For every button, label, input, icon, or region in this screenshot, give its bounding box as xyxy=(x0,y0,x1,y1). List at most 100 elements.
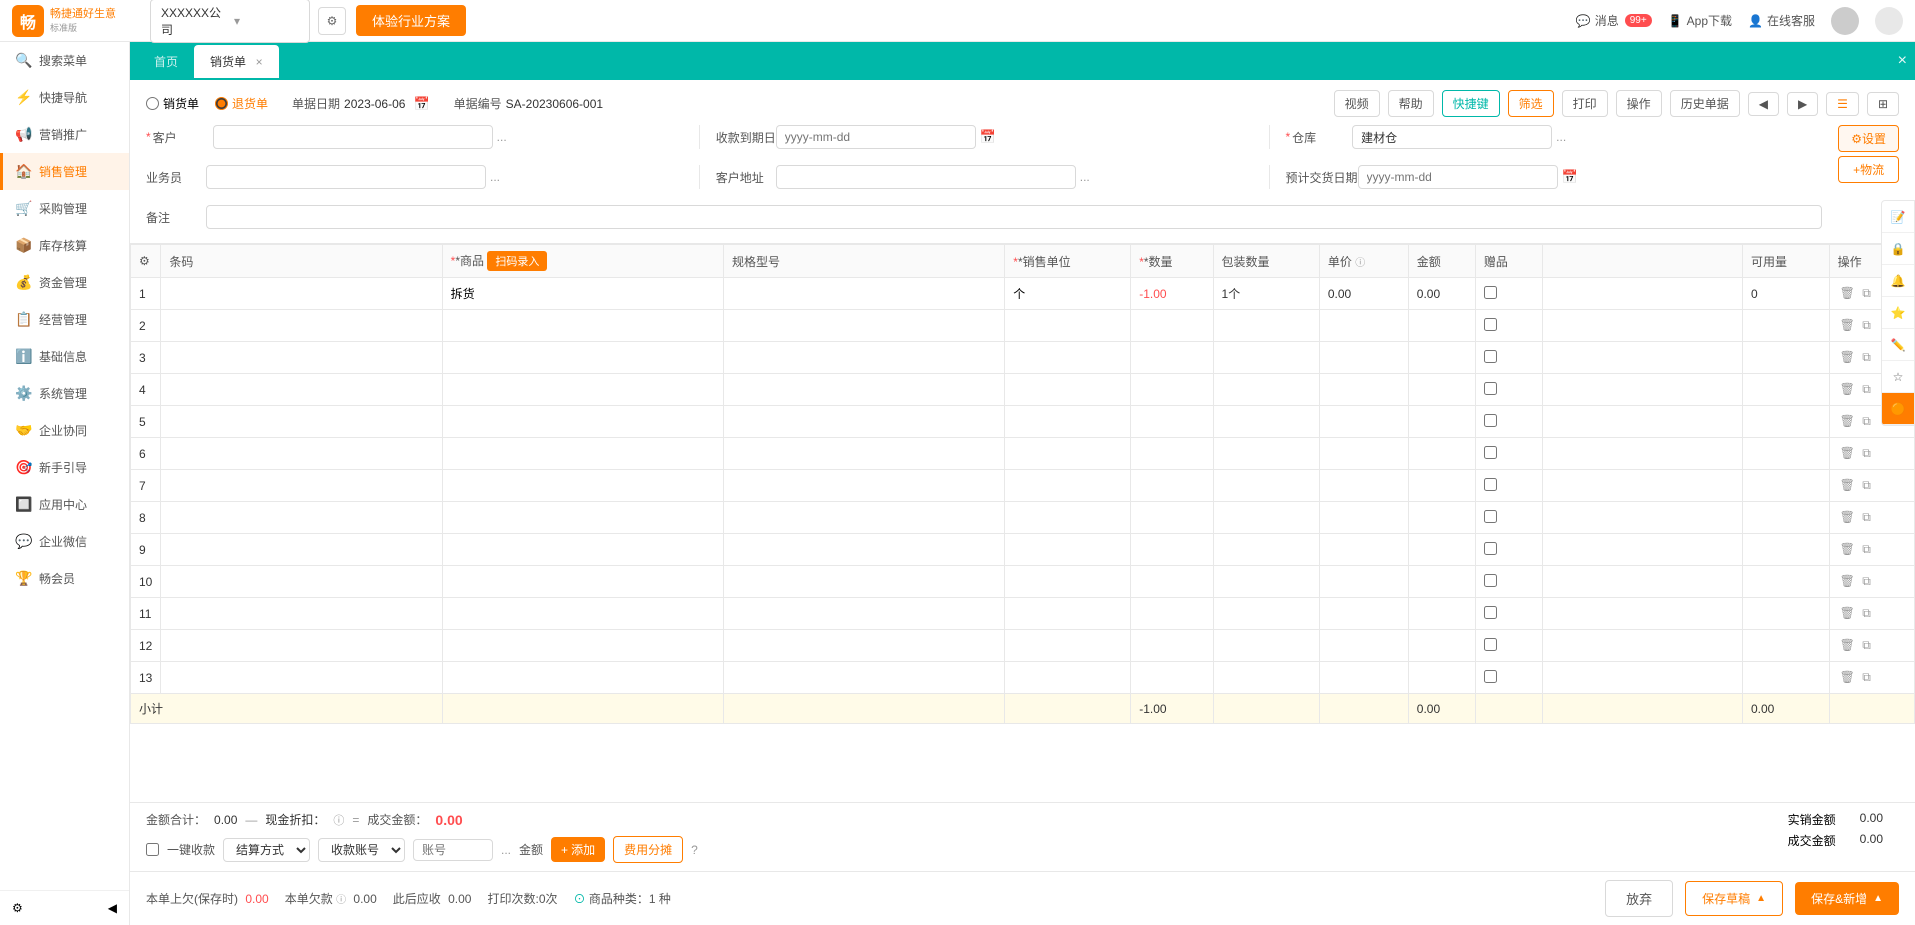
product-input[interactable] xyxy=(451,351,715,365)
cell-spec[interactable] xyxy=(723,662,1004,694)
filter-button[interactable]: 筛选 xyxy=(1508,90,1554,117)
cell-spec[interactable] xyxy=(723,470,1004,502)
floater-orange-icon[interactable]: 🟠 xyxy=(1882,393,1914,425)
barcode-input[interactable] xyxy=(169,639,433,653)
copy-row-icon[interactable]: ⧉ xyxy=(1860,668,1873,687)
cell-qty[interactable] xyxy=(1131,598,1213,630)
barcode-input[interactable] xyxy=(169,447,433,461)
help-button[interactable]: 帮助 xyxy=(1388,90,1434,117)
sidebar-item-purchase[interactable]: 🛒 采购管理 xyxy=(0,190,129,227)
spec-input[interactable] xyxy=(732,319,996,333)
cell-product[interactable] xyxy=(442,374,723,406)
cell-gift[interactable] xyxy=(1475,406,1542,438)
avatar2[interactable] xyxy=(1875,7,1903,35)
warehouse-input[interactable] xyxy=(1352,125,1552,149)
cell-pkg-qty[interactable] xyxy=(1213,438,1319,470)
gift-checkbox[interactable] xyxy=(1484,478,1497,491)
cell-qty[interactable] xyxy=(1131,310,1213,342)
list-view-icon[interactable]: ☰ xyxy=(1826,92,1859,116)
discard-button[interactable]: 放弃 xyxy=(1605,880,1673,917)
payment-date-input[interactable] xyxy=(776,125,976,149)
gift-checkbox[interactable] xyxy=(1484,670,1497,683)
cell-unit[interactable] xyxy=(1005,406,1131,438)
cell-qty[interactable] xyxy=(1131,630,1213,662)
company-selector[interactable]: XXXXXX公司 ▾ xyxy=(150,0,310,43)
spec-input[interactable] xyxy=(732,351,996,365)
spec-input[interactable] xyxy=(732,415,996,429)
spec-input[interactable] xyxy=(732,479,996,493)
cell-unit-price[interactable] xyxy=(1319,438,1408,470)
delete-row-icon[interactable]: 🗑 xyxy=(1838,668,1857,686)
barcode-input[interactable] xyxy=(169,543,433,557)
cell-barcode[interactable] xyxy=(161,406,442,438)
floater-star-icon[interactable]: ⭐ xyxy=(1882,297,1914,329)
cell-unit-price[interactable] xyxy=(1319,502,1408,534)
product-input[interactable] xyxy=(451,543,715,557)
cell-product[interactable] xyxy=(442,278,723,310)
cell-product[interactable] xyxy=(442,598,723,630)
product-input[interactable] xyxy=(451,383,715,397)
cell-unit-price[interactable] xyxy=(1319,598,1408,630)
cell-qty[interactable] xyxy=(1131,438,1213,470)
cell-barcode[interactable] xyxy=(161,566,442,598)
cell-pkg-qty[interactable] xyxy=(1213,470,1319,502)
cell-product[interactable] xyxy=(442,342,723,374)
product-input[interactable] xyxy=(451,639,715,653)
expected-date-input[interactable] xyxy=(1358,165,1558,189)
pay-account-more-icon[interactable]: ... xyxy=(501,843,511,857)
cell-spec[interactable] xyxy=(723,406,1004,438)
barcode-input[interactable] xyxy=(169,351,433,365)
cell-barcode[interactable] xyxy=(161,374,442,406)
cell-qty[interactable] xyxy=(1131,534,1213,566)
product-input[interactable] xyxy=(451,286,715,300)
delete-row-icon[interactable]: 🗑 xyxy=(1838,508,1857,526)
cell-gift[interactable] xyxy=(1475,598,1542,630)
delete-row-icon[interactable]: 🗑 xyxy=(1838,572,1857,590)
cell-unit[interactable] xyxy=(1005,662,1131,694)
salesperson-input[interactable] xyxy=(206,165,486,189)
unit-input[interactable] xyxy=(1013,351,1073,365)
cell-unit[interactable] xyxy=(1005,630,1131,662)
cell-pkg-qty[interactable] xyxy=(1213,566,1319,598)
customer-input[interactable] xyxy=(213,125,493,149)
copy-row-icon[interactable]: ⧉ xyxy=(1860,604,1873,623)
copy-row-icon[interactable]: ⧉ xyxy=(1860,636,1873,655)
cell-product[interactable] xyxy=(442,310,723,342)
copy-row-icon[interactable]: ⧉ xyxy=(1860,348,1873,367)
cell-unit-price[interactable] xyxy=(1319,566,1408,598)
pay-account-select[interactable]: 收款账号 xyxy=(318,838,405,862)
copy-row-icon[interactable]: ⧉ xyxy=(1860,572,1873,591)
sidebar-item-member[interactable]: 🏆 畅会员 xyxy=(0,560,129,597)
product-input[interactable] xyxy=(451,607,715,621)
cell-amount[interactable] xyxy=(1408,438,1475,470)
cell-pkg-qty[interactable] xyxy=(1213,662,1319,694)
cell-gift[interactable] xyxy=(1475,310,1542,342)
cell-product[interactable] xyxy=(442,470,723,502)
gift-checkbox[interactable] xyxy=(1484,638,1497,651)
gear-button[interactable]: ⚙ xyxy=(318,7,346,35)
cell-unit[interactable] xyxy=(1005,278,1131,310)
copy-row-icon[interactable]: ⧉ xyxy=(1860,316,1873,335)
cell-amount[interactable] xyxy=(1408,566,1475,598)
spec-input[interactable] xyxy=(732,511,996,525)
spec-input[interactable] xyxy=(732,607,996,621)
sidebar-item-collab[interactable]: 🤝 企业协同 xyxy=(0,412,129,449)
floater-edit-icon[interactable]: ✏️ xyxy=(1882,329,1914,361)
cell-unit[interactable] xyxy=(1005,502,1131,534)
copy-row-icon[interactable]: ⧉ xyxy=(1860,412,1873,431)
delete-row-icon[interactable]: 🗑 xyxy=(1838,412,1857,430)
product-input[interactable] xyxy=(451,575,715,589)
pay-method-select[interactable]: 结算方式 xyxy=(223,838,310,862)
cell-product[interactable] xyxy=(442,566,723,598)
sidebar-settings-icon[interactable]: ⚙ xyxy=(12,901,23,915)
delete-row-icon[interactable]: 🗑 xyxy=(1838,476,1857,494)
cell-unit-price[interactable]: 0.00 xyxy=(1319,278,1408,310)
cell-unit[interactable] xyxy=(1005,566,1131,598)
cell-gift[interactable] xyxy=(1475,566,1542,598)
cell-gift[interactable] xyxy=(1475,630,1542,662)
product-input[interactable] xyxy=(451,415,715,429)
cell-product[interactable] xyxy=(442,630,723,662)
radio-return-order[interactable]: 退货单 xyxy=(215,95,268,112)
delete-row-icon[interactable]: 🗑 xyxy=(1838,348,1857,366)
spec-input[interactable] xyxy=(732,671,996,685)
